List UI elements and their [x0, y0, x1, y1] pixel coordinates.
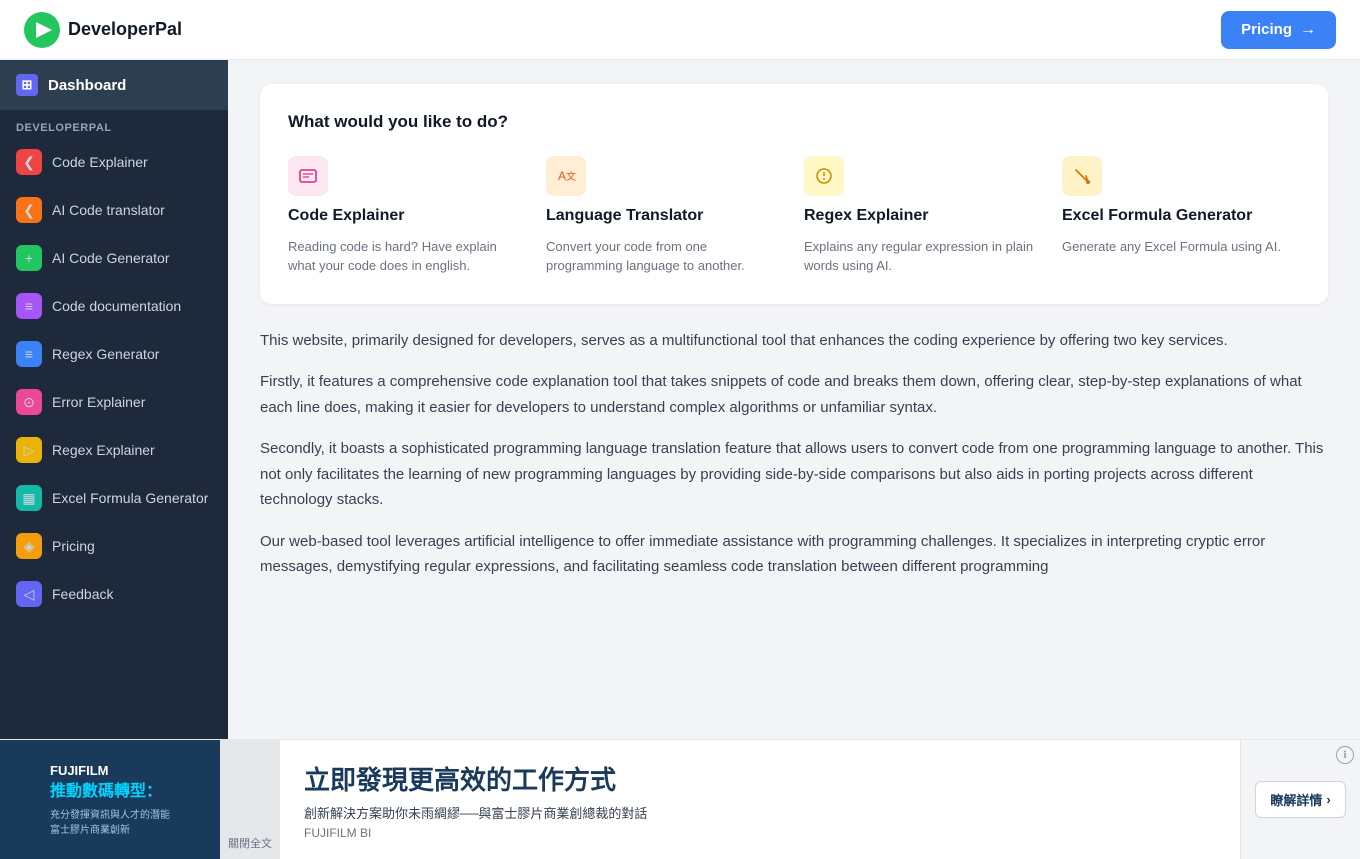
top-navigation: DeveloperPal Pricing → — [0, 0, 1360, 60]
arrow-icon: → — [1300, 21, 1316, 39]
feature-name-language-translator: Language Translator — [546, 206, 784, 227]
sidebar-item-label: Pricing — [52, 538, 95, 554]
dashboard-icon: ⊞ — [16, 74, 38, 96]
feature-icon-excel-formula-generator — [1062, 156, 1102, 196]
feature-desc-code-explainer: Reading code is hard? Have explain what … — [288, 237, 526, 276]
error-explainer-icon: ⊙ — [16, 389, 42, 415]
sidebar-item-label: Error Explainer — [52, 394, 145, 410]
body-paragraph-1: This website, primarily designed for dev… — [260, 328, 1328, 354]
body-paragraph-3: Secondly, it boasts a sophisticated prog… — [260, 436, 1328, 513]
sidebar-item-excel-formula-generator[interactable]: ▦ Excel Formula Generator — [0, 474, 228, 522]
feature-icon-language-translator: A文 — [546, 156, 586, 196]
ad-subtitle: 充分發揮資訊與人才的潛能 — [50, 806, 170, 821]
feature-item-code-explainer[interactable]: Code Explainer Reading code is hard? Hav… — [288, 156, 526, 276]
regex-generator-icon: ≡ — [16, 341, 42, 367]
excel-formula-icon: ▦ — [16, 485, 42, 511]
sidebar-item-ai-code-translator[interactable]: ❮ AI Code translator — [0, 186, 228, 234]
ad-middle-panel: 立即發現更高效的工作方式 創新解決方案助你未雨綢繆──與富士膠片商業創總裁的對話… — [280, 740, 1240, 859]
logo-area: DeveloperPal — [24, 12, 182, 48]
dashboard-label: Dashboard — [48, 77, 126, 94]
feature-grid: Code Explainer Reading code is hard? Hav… — [288, 156, 1300, 276]
ad-close-label: 關閉全文 — [228, 835, 272, 851]
feature-item-excel-formula-generator[interactable]: Excel Formula Generator Generate any Exc… — [1062, 156, 1300, 276]
ad-close-strip[interactable]: 關閉全文 — [220, 740, 280, 859]
regex-explainer-icon: ▷ — [16, 437, 42, 463]
sidebar-item-label: Excel Formula Generator — [52, 490, 208, 506]
sidebar-item-regex-generator[interactable]: ≡ Regex Generator — [0, 330, 228, 378]
ad-footer: FUJIFILM BI — [304, 826, 1216, 840]
ad-brand: FUJIFILM — [50, 763, 170, 778]
feature-item-regex-explainer[interactable]: Regex Explainer Explains any regular exp… — [804, 156, 1042, 276]
ai-code-translator-icon: ❮ — [16, 197, 42, 223]
feature-icon-code-explainer — [288, 156, 328, 196]
sidebar-item-pricing[interactable]: ◈ Pricing — [0, 522, 228, 570]
sidebar-item-label: Code Explainer — [52, 154, 148, 170]
feature-name-code-explainer: Code Explainer — [288, 206, 526, 227]
feature-name-regex-explainer: Regex Explainer — [804, 206, 1042, 227]
ad-banner: FUJIFILM 推動數碼轉型： 充分發揮資訊與人才的潛能 富士膠片商業創新 關… — [0, 739, 1360, 859]
body-paragraph-4: Our web-based tool leverages artificial … — [260, 529, 1328, 580]
sidebar-section-label: DeveloperPal — [0, 110, 228, 138]
ad-left-panel: FUJIFILM 推動數碼轉型： 充分發揮資訊與人才的潛能 富士膠片商業創新 — [0, 740, 220, 859]
sidebar-item-code-documentation[interactable]: ≡ Code documentation — [0, 282, 228, 330]
ad-body: 創新解決方案助你未雨綢繆──與富士膠片商業創總裁的對話 — [304, 803, 1216, 822]
ad-right-panel: ℹ 瞭解詳情 › — [1240, 740, 1360, 859]
feature-icon-regex-explainer — [804, 156, 844, 196]
code-documentation-icon: ≡ — [16, 293, 42, 319]
sidebar-item-error-explainer[interactable]: ⊙ Error Explainer — [0, 378, 228, 426]
body-paragraph-2: Firstly, it features a comprehensive cod… — [260, 369, 1328, 420]
feature-card-title: What would you like to do? — [288, 112, 1300, 132]
svg-text:文: 文 — [566, 170, 576, 183]
feedback-icon: ◁ — [16, 581, 42, 607]
sidebar-item-label: AI Code Generator — [52, 250, 170, 266]
ai-code-generator-icon: + — [16, 245, 42, 271]
pricing-icon: ◈ — [16, 533, 42, 559]
sidebar-item-ai-code-generator[interactable]: + AI Code Generator — [0, 234, 228, 282]
feature-desc-excel-formula-generator: Generate any Excel Formula using AI. — [1062, 237, 1300, 257]
feature-desc-language-translator: Convert your code from one programming l… — [546, 237, 784, 276]
sidebar-dashboard-item[interactable]: ⊞ Dashboard — [0, 60, 228, 110]
feature-name-excel-formula-generator: Excel Formula Generator — [1062, 206, 1300, 227]
sidebar-item-regex-explainer[interactable]: ▷ Regex Explainer — [0, 426, 228, 474]
ad-cta-button[interactable]: 瞭解詳情 › — [1255, 781, 1345, 818]
ad-brand2: 富士膠片商業創新 — [50, 821, 170, 836]
ad-headline: 立即發現更高效的工作方式 — [304, 760, 1216, 797]
sidebar-item-feedback[interactable]: ◁ Feedback — [0, 570, 228, 618]
logo-icon — [24, 12, 60, 48]
ad-cta-arrow-icon: › — [1326, 792, 1330, 807]
ad-title: 推動數碼轉型： — [50, 782, 170, 801]
sidebar-item-label: Regex Explainer — [52, 442, 155, 458]
sidebar-item-label: AI Code translator — [52, 202, 165, 218]
svg-text:A: A — [558, 169, 566, 183]
feature-desc-regex-explainer: Explains any regular expression in plain… — [804, 237, 1042, 276]
sidebar-item-label: Feedback — [52, 586, 113, 602]
ad-left-content: FUJIFILM 推動數碼轉型： 充分發揮資訊與人才的潛能 富士膠片商業創新 — [38, 751, 182, 847]
ad-cta-label: 瞭解詳情 — [1270, 790, 1322, 809]
logo-text: DeveloperPal — [68, 19, 182, 40]
pricing-button[interactable]: Pricing → — [1221, 11, 1336, 49]
feature-item-language-translator[interactable]: A文 Language Translator Convert your code… — [546, 156, 784, 276]
sidebar-item-code-explainer[interactable]: ❮ Code Explainer — [0, 138, 228, 186]
sidebar-item-label: Regex Generator — [52, 346, 159, 362]
feature-card: What would you like to do? Code Explaine… — [260, 84, 1328, 304]
ad-info-icon[interactable]: ℹ — [1336, 746, 1354, 764]
sidebar-item-label: Code documentation — [52, 298, 181, 314]
code-explainer-icon: ❮ — [16, 149, 42, 175]
